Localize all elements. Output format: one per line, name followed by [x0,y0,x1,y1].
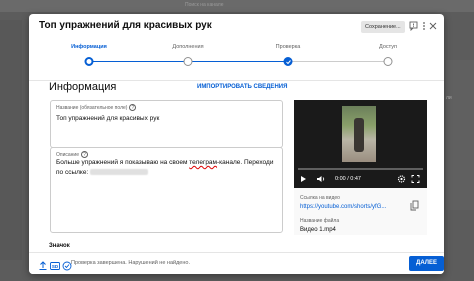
video-preview-card: 0:00 / 0:47 Ссылка на видео https://yout… [294,100,427,235]
redacted-link [90,169,149,176]
video-time: 0:00 / 0:47 [335,176,361,182]
title-field-label: Название (обязательное поле)? [56,104,137,111]
fullscreen-icon[interactable] [411,174,420,188]
file-name-label: Название файла [300,218,340,224]
import-details-link[interactable]: ИМПОРТИРОВАТЬ СВЕДЕНИЯ [197,84,287,90]
description-field[interactable]: Описание? Больше упражнений я показываю … [50,147,283,233]
dialog-header: Топ упражнений для красивых рук Сохранен… [29,14,444,42]
file-name-value: Видео 1.mp4 [300,227,336,233]
video-subject [354,118,364,152]
video-link[interactable]: https://youtube.com/shorts/yfG... [300,204,386,210]
background-right-panel [446,60,474,210]
upload-dialog: Топ упражнений для красивых рук Сохранен… [29,14,444,274]
play-icon[interactable] [300,174,307,188]
background-search: Поиск на канале [185,2,224,8]
video-link-label: Ссылка на видео [300,195,340,201]
description-misspelled-word: телеграм [189,159,218,166]
more-vert-icon[interactable] [422,21,426,34]
step-label-visibility[interactable]: Доступ [379,44,397,50]
step-dot-checks[interactable] [283,57,293,66]
background-sidebar [0,20,22,260]
title-field[interactable]: Название (обязательное поле)? Топ упражн… [50,100,283,148]
title-field-value[interactable]: Топ упражнений для красивых рук [56,114,159,124]
close-icon[interactable] [429,21,437,34]
step-dot-info[interactable] [84,57,94,66]
video-progress-bar[interactable] [298,168,423,170]
upload-stepper: Информация Дополнения Проверка Доступ [29,44,444,72]
settings-gear-icon[interactable] [397,174,406,188]
step-label-checks[interactable]: Проверка [276,44,301,50]
dialog-footer: SD Проверка завершена. Нарушений не найд… [29,252,444,274]
badge-section-title: Значок [49,243,70,249]
checkmark-icon [285,59,291,64]
video-player[interactable]: 0:00 / 0:47 [294,100,427,188]
hd-badge-icon[interactable]: SD [50,258,60,270]
step-dot-visibility[interactable] [383,57,393,66]
dialog-title: Топ упражнений для красивых рук [39,20,212,31]
help-icon[interactable]: ? [81,151,89,158]
upload-icon[interactable] [38,258,48,270]
step-label-info[interactable]: Информация [71,44,107,50]
step-label-extras[interactable]: Дополнения [172,44,203,50]
next-button[interactable]: ДАЛЕЕ [409,256,444,271]
stepper-line-pending [288,61,388,62]
check-status-text: Проверка завершена. Нарушений не найдено… [71,260,190,266]
saving-status-chip[interactable]: Сохранение... [361,21,405,33]
video-controls: 0:00 / 0:47 [294,172,427,186]
hd-badge-text: SD [52,264,59,269]
help-icon[interactable]: ? [129,104,137,111]
description-text: по ссылке: [56,169,89,176]
description-field-value[interactable]: Больше упражнений я показываю на своем т… [56,158,281,178]
volume-icon[interactable] [316,174,326,188]
copy-icon[interactable] [410,198,419,211]
description-text: Больше упражнений я показываю на своем [56,159,190,166]
background-right-text: ли [446,95,452,101]
step-dot-extras[interactable] [183,57,193,66]
description-text: -канале. Переходи [217,159,274,166]
section-title: Информация [49,81,117,93]
feedback-flag-icon[interactable] [409,21,418,34]
description-field-label: Описание? [56,151,89,158]
